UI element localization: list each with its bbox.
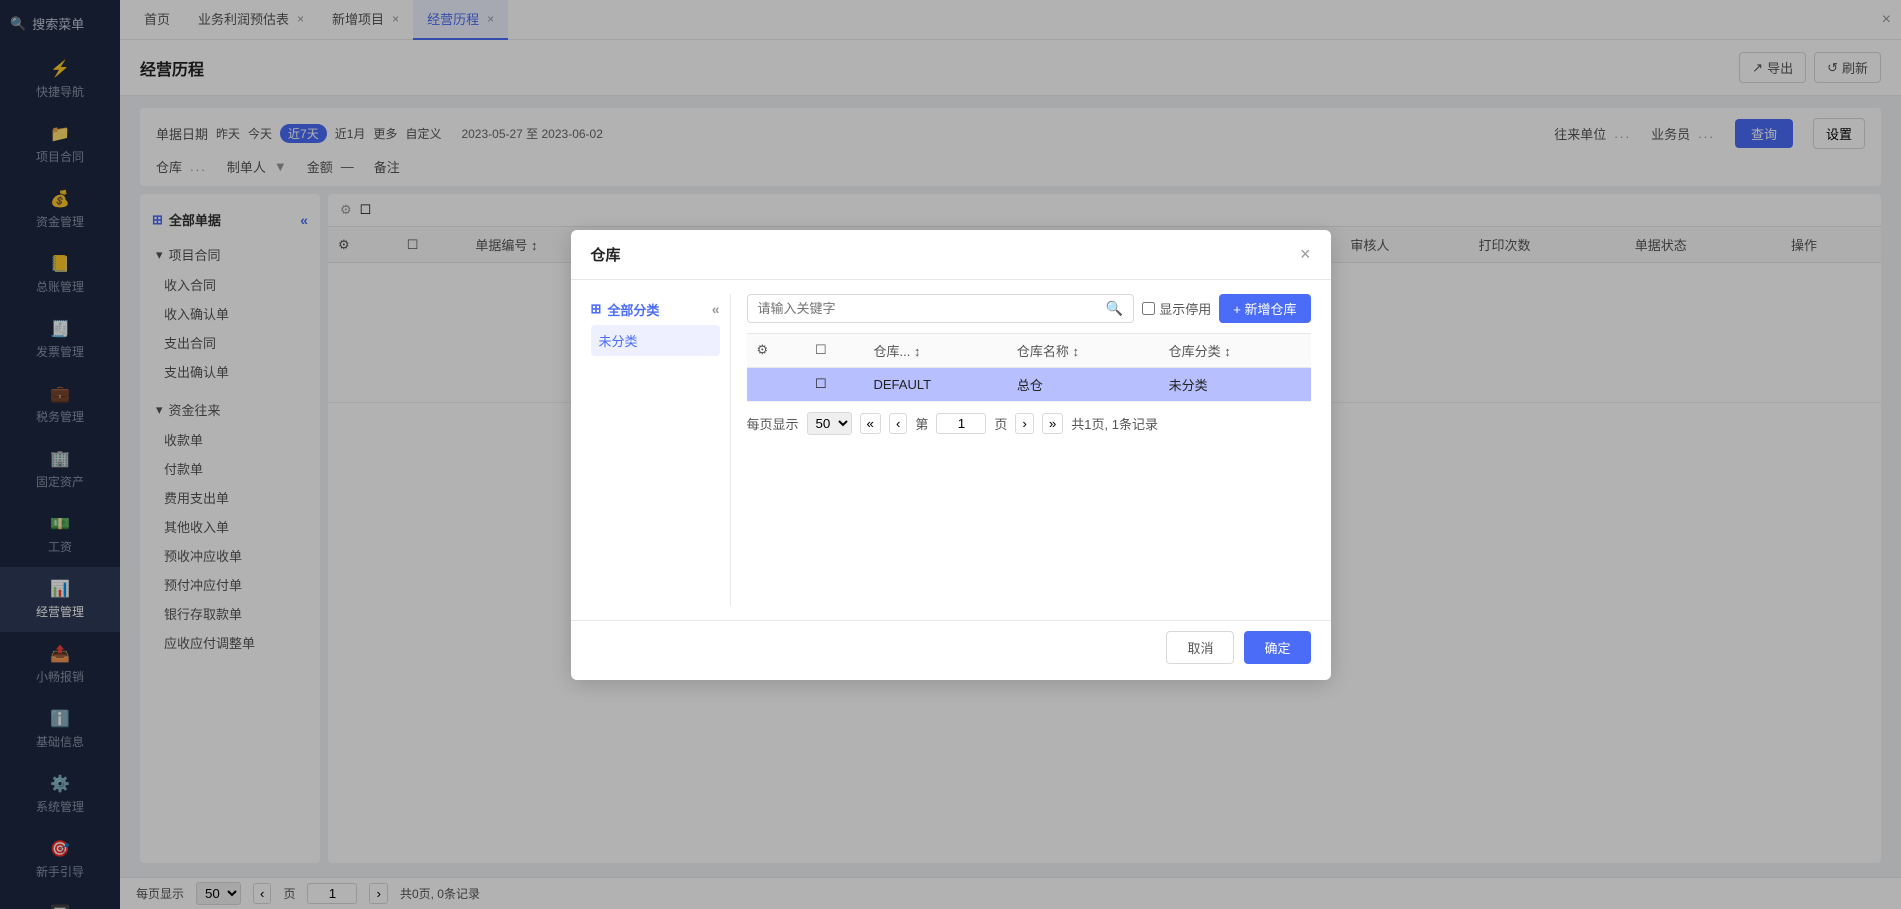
modal-category-collapse[interactable]: « bbox=[712, 301, 720, 317]
modal-last-btn[interactable]: » bbox=[1042, 413, 1063, 434]
modal-search-icon[interactable]: 🔍 bbox=[1106, 300, 1123, 317]
modal-cancel-button[interactable]: 取消 bbox=[1166, 631, 1234, 664]
modal-content: 🔍 显示停用 + 新增仓库 ⚙ ☐ 仓库... ↕ 仓库名称 ↕ bbox=[731, 294, 1311, 606]
grid-icon: ⊞ bbox=[591, 301, 602, 317]
modal-page-input[interactable] bbox=[936, 413, 986, 434]
modal-category-uncategorized[interactable]: 未分类 bbox=[591, 325, 720, 356]
warehouse-modal: 仓库 × ⊞ 全部分类 « 未分类 🔍 显示停用 bbox=[571, 230, 1331, 680]
modal-total-label: 共1页, 1条记录 bbox=[1071, 414, 1158, 433]
modal-toolbar: 🔍 显示停用 + 新增仓库 bbox=[747, 294, 1311, 323]
add-warehouse-button[interactable]: + 新增仓库 bbox=[1219, 294, 1310, 323]
modal-row-category: 未分类 bbox=[1159, 367, 1311, 401]
modal-next-btn[interactable]: › bbox=[1015, 413, 1033, 434]
modal-show-disabled-checkbox[interactable]: 显示停用 bbox=[1142, 299, 1211, 318]
modal-confirm-button[interactable]: 确定 bbox=[1244, 631, 1310, 664]
modal-page-suffix: 页 bbox=[994, 414, 1007, 433]
modal-close-button[interactable]: × bbox=[1300, 244, 1311, 265]
modal-category-panel: ⊞ 全部分类 « 未分类 bbox=[591, 294, 731, 606]
modal-th-checkbox[interactable]: ☐ bbox=[805, 333, 864, 367]
modal-prev-btn[interactable]: ‹ bbox=[889, 413, 907, 434]
modal-footer: 取消 确定 bbox=[571, 620, 1331, 680]
modal-th-category[interactable]: 仓库分类 ↕ bbox=[1159, 333, 1311, 367]
modal-search-input[interactable] bbox=[758, 301, 1100, 316]
modal-th-name[interactable]: 仓库名称 ↕ bbox=[1007, 333, 1159, 367]
modal-warehouse-table: ⚙ ☐ 仓库... ↕ 仓库名称 ↕ 仓库分类 ↕ ☐ DEFAULT 总仓 未… bbox=[747, 333, 1311, 402]
modal-row-code: DEFAULT bbox=[864, 367, 1007, 401]
modal-first-btn[interactable]: « bbox=[860, 413, 881, 434]
modal-search-box: 🔍 bbox=[747, 294, 1135, 323]
modal-th-code[interactable]: 仓库... ↕ bbox=[864, 333, 1007, 367]
modal-body: ⊞ 全部分类 « 未分类 🔍 显示停用 + 新增仓库 bbox=[571, 280, 1331, 620]
show-disabled-input[interactable] bbox=[1142, 302, 1155, 315]
modal-row-gear bbox=[747, 367, 806, 401]
modal-page-label: 第 bbox=[915, 414, 928, 433]
modal-row-name: 总仓 bbox=[1007, 367, 1159, 401]
modal-title: 仓库 bbox=[591, 244, 621, 265]
modal-per-page-select[interactable]: 50 bbox=[807, 412, 852, 435]
modal-pagination: 每页显示 50 « ‹ 第 页 › » 共1页, 1条记录 bbox=[747, 402, 1311, 439]
modal-table-row[interactable]: ☐ DEFAULT 总仓 未分类 bbox=[747, 367, 1311, 401]
modal-per-page-label: 每页显示 bbox=[747, 414, 799, 433]
modal-all-category[interactable]: ⊞ 全部分类 « bbox=[591, 294, 720, 325]
modal-header: 仓库 × bbox=[571, 230, 1331, 280]
modal-row-checkbox[interactable]: ☐ bbox=[805, 367, 864, 401]
modal-th-gear[interactable]: ⚙ bbox=[747, 333, 806, 367]
